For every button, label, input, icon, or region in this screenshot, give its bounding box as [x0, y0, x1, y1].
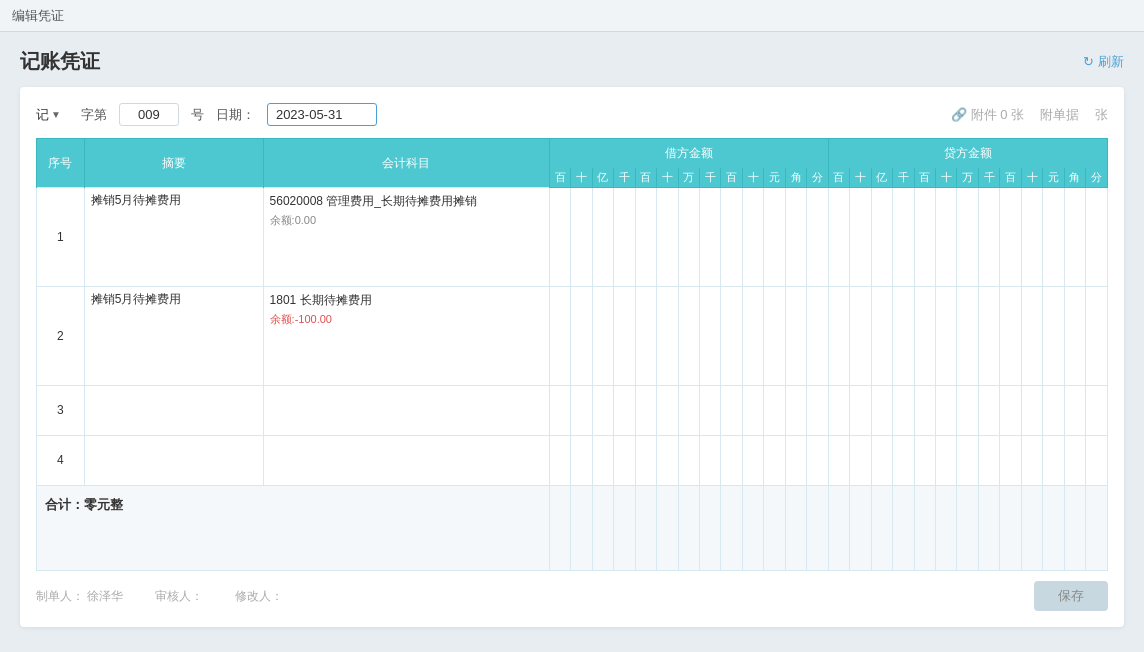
account-header: 会计科目	[263, 139, 549, 188]
reviewer-label: 审核人：	[155, 588, 203, 605]
save-button[interactable]: 保存	[1034, 581, 1108, 611]
table-row: 4	[37, 435, 1108, 485]
refresh-icon: ↻	[1083, 54, 1094, 69]
debit-digit-2: 十	[571, 168, 592, 188]
credit-header: 贷方金额	[828, 139, 1107, 169]
form-row: 记 ▼ 字第 号 日期： 🔗 附件 0 张 附单据 张	[36, 103, 1108, 126]
debit-digit-8: 千	[700, 168, 721, 188]
credit-digit-13: 分	[1086, 168, 1108, 188]
debit-digit-12: 角	[785, 168, 806, 188]
row-4-account[interactable]	[263, 435, 549, 485]
debit-digit-5: 百	[635, 168, 656, 188]
table-row: 1 摊销5月待摊费用 56020008 管理费用_长期待摊费用摊销 余额:0.0…	[37, 188, 1108, 287]
row-1-account[interactable]: 56020008 管理费用_长期待摊费用摊销 余额:0.00	[263, 188, 549, 287]
credit-digit-8: 千	[978, 168, 999, 188]
voucher-table: 序号 摘要 会计科目 借方金额 贷方金额 百 十 亿 千 百 十	[36, 138, 1108, 571]
credit-digit-1: 百	[828, 168, 849, 188]
debit-digit-10: 十	[742, 168, 763, 188]
paperclip-icon: 🔗	[951, 107, 967, 122]
attachment-link[interactable]: 🔗 附件 0 张	[951, 106, 1024, 124]
row-2-summary[interactable]: 摊销5月待摊费用	[84, 286, 263, 385]
modifier-label: 修改人：	[235, 588, 283, 605]
row-4-seq: 4	[37, 435, 85, 485]
debit-digit-13: 分	[807, 168, 828, 188]
window: 编辑凭证 记账凭证 ↻ 刷新 记 ▼ 字第 号 日期：	[0, 0, 1144, 652]
debit-header: 借方金额	[549, 139, 828, 169]
creator-label: 制单人： 徐泽华	[36, 588, 123, 605]
debit-digit-7: 万	[678, 168, 699, 188]
page-title: 记账凭证	[20, 48, 100, 75]
row-3-account[interactable]	[263, 385, 549, 435]
ji-label: 记	[36, 106, 49, 124]
zi-label: 字第	[81, 106, 107, 124]
table-row: 3	[37, 385, 1108, 435]
voucher-number-input[interactable]	[119, 103, 179, 126]
date-input[interactable]	[267, 103, 377, 126]
main-content: 记账凭证 ↻ 刷新 记 ▼ 字第 号 日期： 🔗	[0, 32, 1144, 652]
credit-digit-4: 千	[893, 168, 914, 188]
ji-select[interactable]: 记 ▼	[36, 106, 61, 124]
refresh-button[interactable]: ↻ 刷新	[1083, 53, 1124, 71]
debit-digit-6: 十	[657, 168, 678, 188]
summary-header: 摘要	[84, 139, 263, 188]
total-label: 合计：零元整	[37, 485, 550, 570]
info-row: 制单人： 徐泽华 审核人： 修改人： 保存	[36, 571, 1108, 611]
credit-digit-3: 亿	[871, 168, 892, 188]
row-3-summary[interactable]	[84, 385, 263, 435]
debit-digit-4: 千	[614, 168, 635, 188]
row-2-account[interactable]: 1801 长期待摊费用 余额:-100.00	[263, 286, 549, 385]
table-container: 序号 摘要 会计科目 借方金额 贷方金额 百 十 亿 千 百 十	[36, 138, 1108, 571]
credit-digit-7: 万	[957, 168, 978, 188]
row-1-seq: 1	[37, 188, 85, 287]
debit-digit-11: 元	[764, 168, 785, 188]
receipt-label[interactable]: 附单据	[1040, 106, 1079, 124]
credit-digit-9: 百	[1000, 168, 1021, 188]
row-2-seq: 2	[37, 286, 85, 385]
credit-digit-6: 十	[935, 168, 956, 188]
date-label: 日期：	[216, 106, 255, 124]
credit-digit-11: 元	[1043, 168, 1064, 188]
row-4-summary[interactable]	[84, 435, 263, 485]
row-1-summary[interactable]: 摊销5月待摊费用	[84, 188, 263, 287]
credit-digit-10: 十	[1021, 168, 1042, 188]
debit-digit-1: 百	[549, 168, 570, 188]
credit-digit-2: 十	[850, 168, 871, 188]
row-3-seq: 3	[37, 385, 85, 435]
debit-digit-9: 百	[721, 168, 742, 188]
page-header: 记账凭证 ↻ 刷新	[20, 48, 1124, 75]
table-row: 2 摊销5月待摊费用 1801 长期待摊费用 余额:-100.00	[37, 286, 1108, 385]
seq-header: 序号	[37, 139, 85, 188]
title-bar: 编辑凭证	[0, 0, 1144, 32]
voucher-card: 记 ▼ 字第 号 日期： 🔗 附件 0 张 附单据 张	[20, 87, 1124, 627]
debit-digit-3: 亿	[592, 168, 613, 188]
attachments-label: 附件 0 张	[971, 106, 1024, 124]
attachments-area: 🔗 附件 0 张 附单据 张	[951, 106, 1108, 124]
hao-label: 号	[191, 106, 204, 124]
table-header-top: 序号 摘要 会计科目 借方金额 贷方金额	[37, 139, 1108, 169]
table-footer-row: 合计：零元整	[37, 485, 1108, 570]
zhang-label: 张	[1095, 106, 1108, 124]
dropdown-arrow-icon: ▼	[51, 109, 61, 120]
window-title: 编辑凭证	[12, 7, 64, 25]
credit-digit-12: 角	[1064, 168, 1085, 188]
credit-digit-5: 百	[914, 168, 935, 188]
